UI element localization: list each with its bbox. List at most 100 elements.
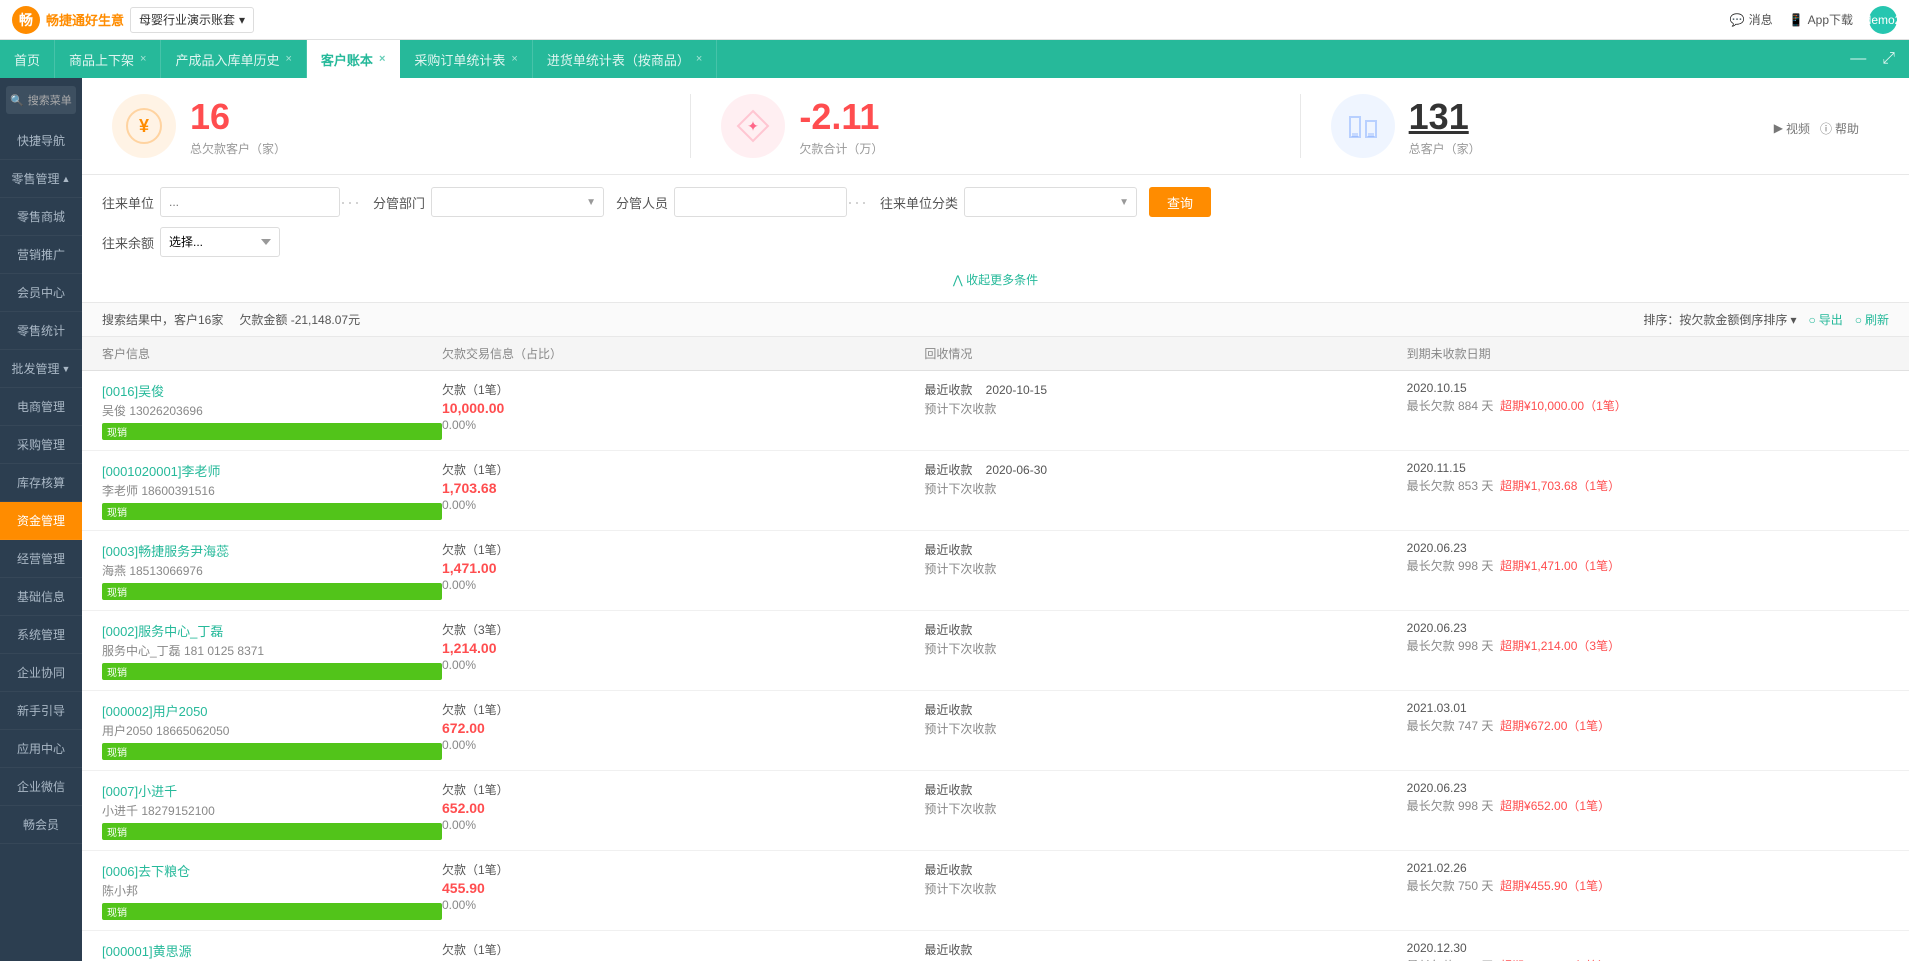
customer-name-link[interactable]: [0002]服务中心_丁磊 [102, 621, 442, 640]
close-tab-stock[interactable]: × [696, 53, 702, 65]
customer-tag: 现销 [102, 583, 442, 600]
close-tab-products[interactable]: × [140, 53, 146, 65]
tab-purchase-stats[interactable]: 采购订单统计表 × [400, 40, 532, 78]
sidebar-item-enterprise-collab[interactable]: 企业协同 [0, 654, 82, 692]
filter-balance: 往来余额 选择... [102, 227, 280, 257]
sidebar-item-basic-info[interactable]: 基础信息 [0, 578, 82, 616]
customer-tag: 现销 [102, 423, 442, 440]
customer-tag: 现销 [102, 823, 442, 840]
help-icon: ⓘ [1820, 120, 1832, 137]
filter-dept: 分管部门 ▼ [373, 187, 604, 217]
stat-card-debt-amount: ✦ -2.11 欠款合计（万） [691, 94, 1300, 158]
overdue-link[interactable]: 超期¥1,703.68（1笔） [1500, 479, 1620, 493]
view-video-btn[interactable]: ▶ 视频 [1774, 120, 1810, 137]
debt-count: 欠款（1笔） [442, 541, 924, 558]
customer-name-link[interactable]: [0016]吴俊 [102, 381, 442, 400]
help-btn[interactable]: ⓘ 帮助 [1820, 120, 1859, 137]
sidebar-search-btn[interactable]: 🔍 搜索菜单 [6, 86, 76, 114]
debt-amount: 1,703.68 [442, 480, 924, 496]
overdue-link[interactable]: 超期¥455.90（1笔） [1500, 879, 1610, 893]
customer-name-link[interactable]: [0006]去下粮仓 [102, 861, 442, 880]
customer-name-link[interactable]: [0001020001]李老师 [102, 461, 442, 480]
sort-btn[interactable]: 排序：按欠款金额倒序排序 ▾ [1643, 311, 1796, 328]
sidebar-item-ecom[interactable]: 电商管理 [0, 388, 82, 426]
debt-info-cell: 欠款（1笔） 1,471.00 0.00% [442, 541, 924, 592]
debt-customers-label: 总欠款客户（家） [190, 140, 286, 157]
sidebar-item-app-center[interactable]: 应用中心 [0, 730, 82, 768]
sidebar-item-new-guide[interactable]: 新手引导 [0, 692, 82, 730]
sidebar-item-sys-mgmt[interactable]: 系统管理 [0, 616, 82, 654]
main-layout: 🔍 搜索菜单 快捷导航 零售管理 ▲ 零售商城 营销推广 会员中心 零售统计 批… [0, 78, 1909, 961]
debt-customers-count: 16 [190, 96, 286, 138]
supplier-input[interactable] [160, 187, 340, 217]
customer-name-link[interactable]: [000002]用户2050 [102, 701, 442, 720]
stat-card-debt-customers: ¥ 16 总欠款客户（家） [82, 94, 691, 158]
dept-input[interactable] [431, 187, 604, 217]
debt-percent: 0.00% [442, 898, 924, 912]
refresh-btn[interactable]: ○ 刷新 [1855, 311, 1889, 328]
supplier-dots[interactable]: ··· [340, 192, 361, 213]
col-header-debt: 欠款交易信息（占比） [442, 345, 924, 362]
customer-name-link[interactable]: [000001]黄思源 [102, 941, 442, 960]
sidebar-item-batch-mgmt[interactable]: 批发管理 ▼ [0, 350, 82, 388]
tab-minimize-btn[interactable]: — [1844, 48, 1872, 70]
export-btn[interactable]: ○ 导出 [1808, 311, 1842, 328]
search-button[interactable]: 查询 [1149, 187, 1211, 217]
sidebar-item-retail-shop[interactable]: 零售商城 [0, 198, 82, 236]
tab-products-on-off[interactable]: 商品上下架 × [55, 40, 161, 78]
customer-info-cell: [0002]服务中心_丁磊 服务中心_丁磊 181 0125 8371 现销 [102, 621, 442, 680]
recovery-cell: 最近收款 2020-10-15 预计下次收款 [924, 381, 1406, 417]
tab-expand-btn[interactable]: ⤢ [1876, 48, 1901, 70]
sidebar-item-retail-mgmt[interactable]: 零售管理 ▲ [0, 160, 82, 198]
customer-info-cell: [000001]黄思源 黄思源 13552700226 现销 [102, 941, 442, 961]
close-tab-production[interactable]: × [285, 53, 291, 65]
recovery-cell: 最近收款 预计下次收款 [924, 541, 1406, 577]
export-icon: ○ [1808, 313, 1815, 327]
overdue-link[interactable]: 超期¥672.00（1笔） [1500, 719, 1610, 733]
sidebar-item-purchase[interactable]: 采购管理 [0, 426, 82, 464]
sidebar-item-marketing[interactable]: 营销推广 [0, 236, 82, 274]
sidebar-item-member[interactable]: 会员中心 [0, 274, 82, 312]
recovery-cell: 最近收款 2020-06-30 预计下次收款 [924, 461, 1406, 497]
overdue-link[interactable]: 超期¥10,000.00（1笔） [1500, 399, 1627, 413]
overdue-link[interactable]: 超期¥652.00（1笔） [1500, 799, 1610, 813]
summary-row: 搜索结果中，客户16家 欠款金额 -21,148.07元 排序：按欠款金额倒序排… [82, 303, 1909, 337]
sidebar-item-retail-stats[interactable]: 零售统计 [0, 312, 82, 350]
category-input[interactable] [964, 187, 1137, 217]
sidebar-item-enterprise-wechat[interactable]: 企业微信 [0, 768, 82, 806]
close-tab-purchase[interactable]: × [511, 53, 517, 65]
due-date-cell: 2021.02.26 最长欠款 750 天 超期¥455.90（1笔） [1407, 861, 1889, 894]
tab-stock-stats[interactable]: 进货单统计表（按商品） × [533, 40, 717, 78]
collapse-bar[interactable]: ⋀ 收起更多条件 [102, 267, 1889, 296]
app-download-btn[interactable]: 📱 App下载 [1789, 11, 1853, 28]
tab-production-history[interactable]: 产成品入库单历史 × [161, 40, 306, 78]
due-date-cell: 2020.06.23 最长欠款 998 天 超期¥1,471.00（1笔） [1407, 541, 1889, 574]
tab-customer-account[interactable]: 客户账本 × [307, 40, 400, 78]
table-row: [0006]去下粮仓 陈小邦 现销 欠款（1笔） 455.90 0.00% 最近… [82, 851, 1909, 931]
sidebar-item-fund-mgmt[interactable]: 资金管理 [0, 502, 82, 540]
store-selector[interactable]: 母婴行业演示账套 ▾ [130, 7, 254, 33]
table-row: [0016]吴俊 吴俊 13026203696 现销 欠款（1笔） 10,000… [82, 371, 1909, 451]
tab-home[interactable]: 首页 [0, 40, 55, 78]
sidebar-item-biz-mgmt[interactable]: 经营管理 [0, 540, 82, 578]
overdue-link[interactable]: 超期¥1,471.00（1笔） [1500, 559, 1620, 573]
debt-amount: 652.00 [442, 800, 924, 816]
customer-name-link[interactable]: [0003]畅捷服务尹海蕊 [102, 541, 442, 560]
sidebar-item-vip-member[interactable]: 畅会员 [0, 806, 82, 844]
balance-select[interactable]: 选择... [160, 227, 280, 257]
user-avatar-btn[interactable]: demo2 [1869, 6, 1897, 34]
sidebar-item-quick-nav[interactable]: 快捷导航 [0, 122, 82, 160]
person-input[interactable] [674, 187, 847, 217]
close-tab-customer[interactable]: × [379, 53, 385, 65]
debt-info-cell: 欠款（1笔） 652.00 0.00% [442, 781, 924, 832]
message-btn[interactable]: 💬 消息 [1730, 11, 1773, 28]
sidebar-item-stock-check[interactable]: 库存核算 [0, 464, 82, 502]
debt-count: 欠款（1笔） [442, 701, 924, 718]
customer-name-link[interactable]: [0007]小进千 [102, 781, 442, 800]
person-dots[interactable]: ··· [847, 192, 868, 213]
total-customers-icon-wrap [1331, 94, 1395, 158]
debt-info-cell: 欠款（1笔） 429.00 0.00% [442, 941, 924, 961]
logo-icon: 畅 [12, 6, 40, 34]
overdue-link[interactable]: 超期¥1,214.00（3笔） [1500, 639, 1620, 653]
building-icon [1344, 107, 1382, 145]
